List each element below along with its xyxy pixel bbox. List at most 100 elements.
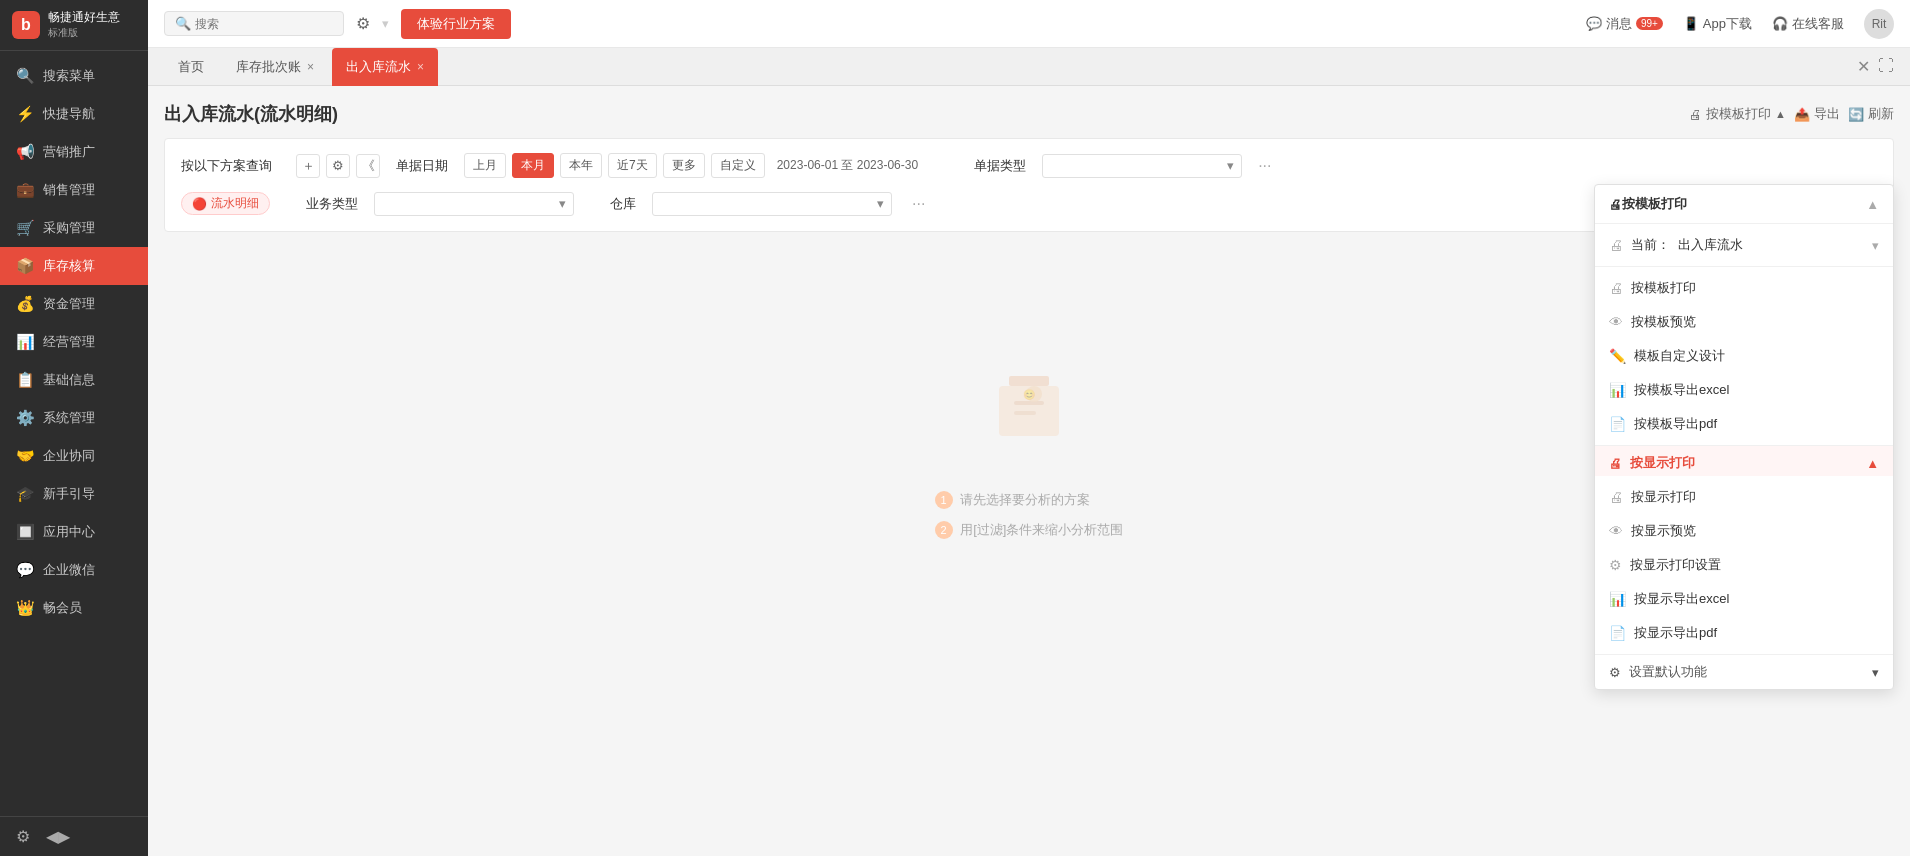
export-button[interactable]: 📤 导出 <box>1794 105 1840 123</box>
online-service-button[interactable]: 🎧 在线客服 <box>1772 15 1844 33</box>
doc-type-more-icon[interactable]: ··· <box>1258 157 1271 175</box>
sidebar-item-finance[interactable]: 💰 资金管理 <box>0 285 148 323</box>
date-label: 单据日期 <box>396 157 448 175</box>
flow-tag[interactable]: 🔴 流水明细 <box>181 192 270 215</box>
filter-collapse-button[interactable]: 《 <box>356 154 380 178</box>
dropdown-printer-icon: 🖨 <box>1609 197 1622 212</box>
expand-window-icon[interactable]: ⛶ <box>1878 57 1894 76</box>
filter-settings-button[interactable]: ⚙ <box>326 154 350 178</box>
tag-icon: 🔴 <box>192 197 207 211</box>
display-print-settings-item[interactable]: ⚙ 按显示打印设置 <box>1595 548 1893 582</box>
template-section: 🖨 按模板打印 👁 按模板预览 ✏️ 模板自定义设计 📊 按模板导出excel … <box>1595 267 1893 446</box>
doc-type-select-wrapper <box>1042 154 1242 178</box>
header-actions: 🖨 按模板打印 ▲ 📤 导出 🔄 刷新 <box>1689 105 1894 123</box>
sidebar: b 畅捷通好生意 标准版 🔍 搜索菜单 ⚡ 快捷导航 📢 营销推广 💼 销售管理… <box>0 0 148 856</box>
search-input[interactable] <box>195 17 335 31</box>
print-template-button[interactable]: 🖨 按模板打印 ▲ <box>1689 105 1786 123</box>
template-design-item[interactable]: ✏️ 模板自定义设计 <box>1595 339 1893 373</box>
print-dropdown: 🖨 按模板打印 ▲ 🖨 当前： 出入库流水 ▾ 🖨 按模板打印 <box>1594 184 1894 690</box>
refresh-button[interactable]: 🔄 刷新 <box>1848 105 1894 123</box>
close-window-icon[interactable]: ✕ <box>1857 57 1870 76</box>
operations-icon: 📊 <box>16 333 35 351</box>
app-download-button[interactable]: 📱 App下载 <box>1683 15 1752 33</box>
dropdown-current-template[interactable]: 🖨 当前： 出入库流水 ▾ <box>1595 228 1893 262</box>
sidebar-item-basic[interactable]: 📋 基础信息 <box>0 361 148 399</box>
settings-gear-icon[interactable]: ⚙ <box>356 14 370 33</box>
sidebar-item-weixin[interactable]: 💬 企业微信 <box>0 551 148 589</box>
footer-chevron-icon: ▾ <box>1872 665 1879 680</box>
template-excel-item[interactable]: 📊 按模板导出excel <box>1595 373 1893 407</box>
business-type-select[interactable] <box>374 192 574 216</box>
display-pdf-icon: 📄 <box>1609 625 1626 641</box>
display-preview-item[interactable]: 👁 按显示预览 <box>1595 514 1893 548</box>
template-design-icon: ✏️ <box>1609 348 1626 364</box>
current-chevron: ▾ <box>1872 238 1879 253</box>
hint-num-2: 2 <box>935 521 953 539</box>
sidebar-item-purchase[interactable]: 🛒 采购管理 <box>0 209 148 247</box>
sidebar-item-operations[interactable]: 📊 经营管理 <box>0 323 148 361</box>
display-settings-icon: ⚙ <box>1609 557 1622 573</box>
template-preview-item[interactable]: 👁 按模板预览 <box>1595 305 1893 339</box>
settings-bottom-icon[interactable]: ⚙ <box>16 827 30 846</box>
close-tab-batch[interactable]: × <box>307 60 314 74</box>
search-box[interactable]: 🔍 <box>164 11 344 36</box>
display-excel-item[interactable]: 📊 按显示导出excel <box>1595 582 1893 616</box>
date-this-month[interactable]: 本月 <box>512 153 554 178</box>
sidebar-item-search[interactable]: 🔍 搜索菜单 <box>0 57 148 95</box>
printer-icon: 🖨 <box>1689 107 1702 122</box>
display-excel-icon: 📊 <box>1609 591 1626 607</box>
search-icon-top: 🔍 <box>175 16 191 31</box>
topbar: 🔍 ⚙ ▾ 体验行业方案 💬 消息 99+ 📱 App下载 🎧 在线客服 Rit <box>148 0 1910 48</box>
display-pdf-item[interactable]: 📄 按显示导出pdf <box>1595 616 1893 650</box>
display-section-header[interactable]: 🖨 按显示打印 ▲ <box>1595 446 1893 476</box>
basic-icon: 📋 <box>16 371 35 389</box>
date-last-month[interactable]: 上月 <box>464 153 506 178</box>
display-section: 🖨 按显示打印 👁 按显示预览 ⚙ 按显示打印设置 📊 按显示导出excel 📄 <box>1595 476 1893 655</box>
template-print-item[interactable]: 🖨 按模板打印 <box>1595 271 1893 305</box>
sidebar-item-quicknav[interactable]: ⚡ 快捷导航 <box>0 95 148 133</box>
warehouse-more-icon[interactable]: ··· <box>912 195 925 213</box>
dropdown-chevron-up[interactable]: ▲ <box>1866 197 1879 212</box>
template-pdf-item[interactable]: 📄 按模板导出pdf <box>1595 407 1893 441</box>
svg-rect-3 <box>1014 411 1036 415</box>
add-filter-button[interactable]: ＋ <box>296 154 320 178</box>
sidebar-item-system[interactable]: ⚙️ 系统管理 <box>0 399 148 437</box>
template-excel-icon: 📊 <box>1609 382 1626 398</box>
sidebar-item-sales[interactable]: 💼 销售管理 <box>0 171 148 209</box>
display-print-icon: 🖨 <box>1609 489 1623 505</box>
dropdown-header: 🖨 按模板打印 ▲ <box>1595 185 1893 224</box>
date-7days[interactable]: 近7天 <box>608 153 657 178</box>
collapse-sidebar-icon[interactable]: ◀▶ <box>46 827 70 846</box>
phone-icon: 📱 <box>1683 16 1699 31</box>
sidebar-item-guide[interactable]: 🎓 新手引导 <box>0 475 148 513</box>
date-custom[interactable]: 自定义 <box>711 153 765 178</box>
sidebar-nav: 🔍 搜索菜单 ⚡ 快捷导航 📢 营销推广 💼 销售管理 🛒 采购管理 📦 库存核… <box>0 51 148 816</box>
sidebar-item-collab[interactable]: 🤝 企业协同 <box>0 437 148 475</box>
display-print-item[interactable]: 🖨 按显示打印 <box>1595 480 1893 514</box>
sidebar-item-marketing[interactable]: 📢 营销推广 <box>0 133 148 171</box>
date-this-year[interactable]: 本年 <box>560 153 602 178</box>
close-tab-flow[interactable]: × <box>417 60 424 74</box>
messages-button[interactable]: 💬 消息 99+ <box>1586 15 1663 33</box>
sidebar-item-member[interactable]: 👑 畅会员 <box>0 589 148 627</box>
display-preview-icon: 👁 <box>1609 523 1623 539</box>
tab-batch[interactable]: 库存批次账 × <box>222 48 328 86</box>
doc-type-select[interactable] <box>1042 154 1242 178</box>
tab-home[interactable]: 首页 <box>164 52 218 82</box>
warehouse-select[interactable] <box>652 192 892 216</box>
trial-button[interactable]: 体验行业方案 <box>401 9 511 39</box>
purchase-icon: 🛒 <box>16 219 35 237</box>
sidebar-item-apps[interactable]: 🔲 应用中心 <box>0 513 148 551</box>
quicknav-icon: ⚡ <box>16 105 35 123</box>
avatar[interactable]: Rit <box>1864 9 1894 39</box>
settings-default-icon: ⚙ <box>1609 665 1621 680</box>
guide-icon: 🎓 <box>16 485 35 503</box>
sidebar-item-inventory[interactable]: 📦 库存核算 <box>0 247 148 285</box>
topbar-right: 💬 消息 99+ 📱 App下载 🎧 在线客服 Rit <box>1586 9 1894 39</box>
filter-section-label: 按以下方案查询 <box>181 157 272 175</box>
marketing-icon: 📢 <box>16 143 35 161</box>
dropdown-footer[interactable]: ⚙ 设置默认功能 ▾ <box>1595 655 1893 689</box>
date-more[interactable]: 更多 <box>663 153 705 178</box>
tab-flow[interactable]: 出入库流水 × <box>332 48 438 86</box>
template-preview-icon: 👁 <box>1609 314 1623 330</box>
